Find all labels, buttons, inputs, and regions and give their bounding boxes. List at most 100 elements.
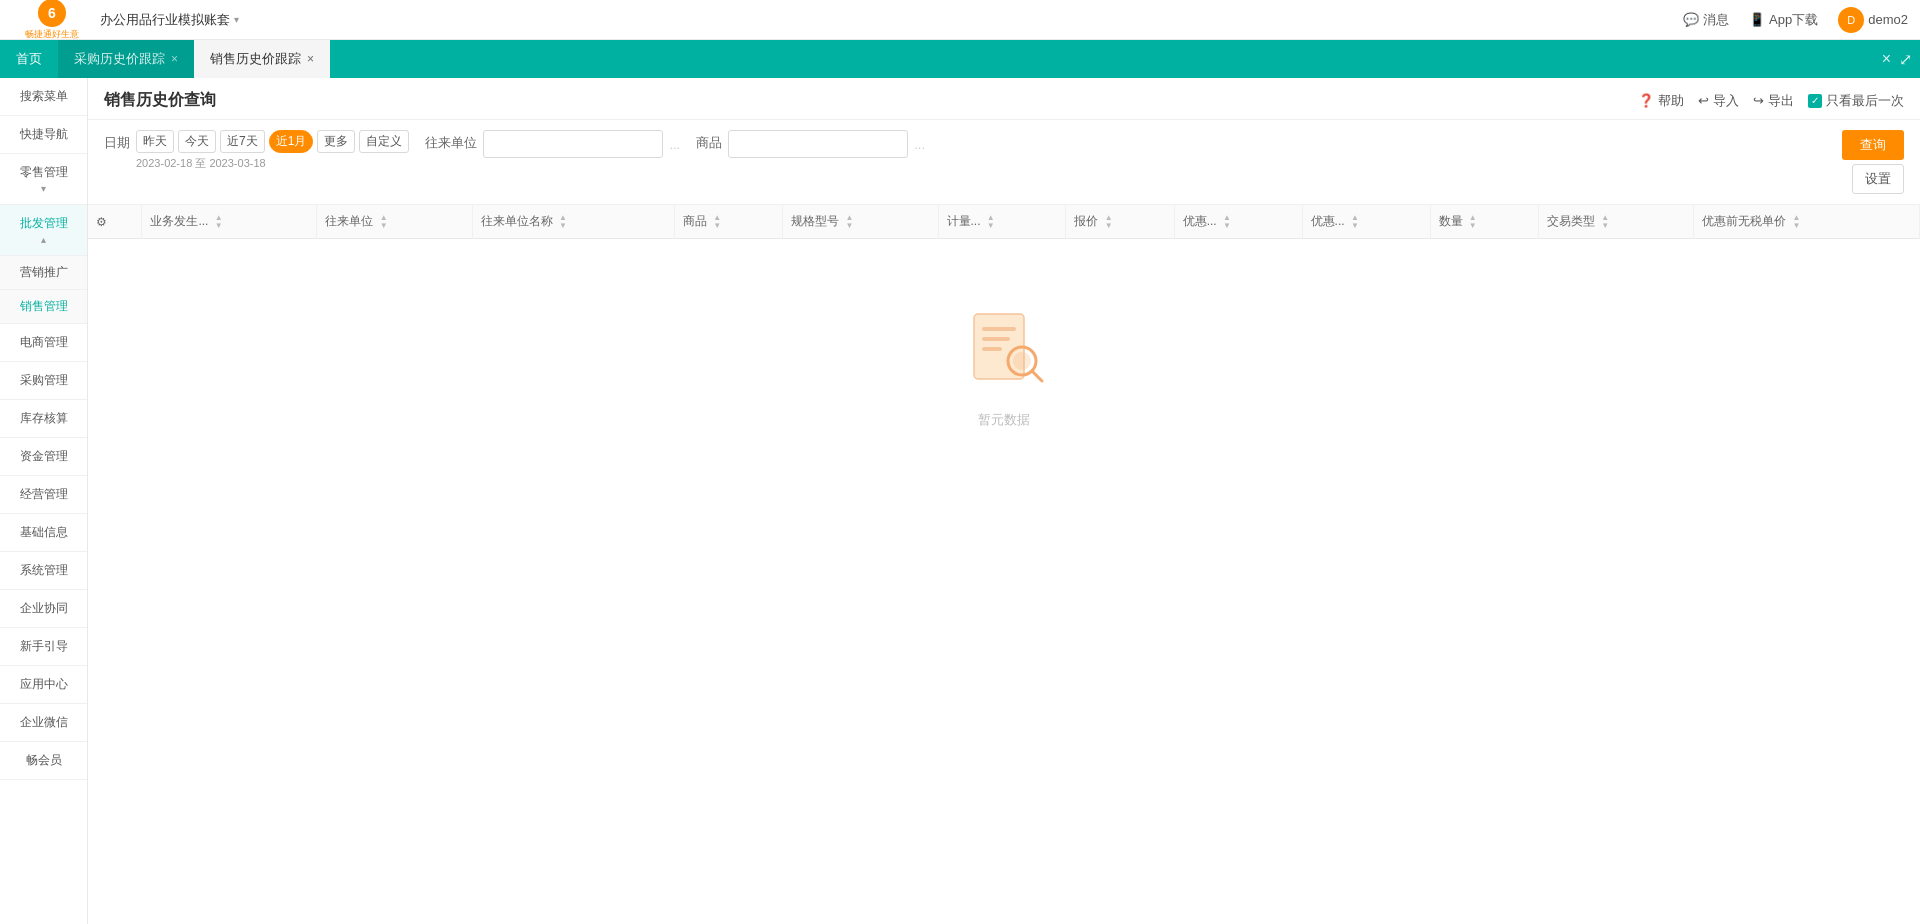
- top-header: 6 畅捷通好生意 办公用品行业模拟账套 ▾ 💬 消息 📱 App下载 D dem…: [0, 0, 1920, 40]
- sort-icon: ▲▼: [1792, 214, 1800, 230]
- column-discount1[interactable]: 优惠... ▲▼: [1174, 205, 1302, 239]
- app-label: App下载: [1769, 11, 1818, 29]
- basic-info-label: 基础信息: [20, 524, 68, 541]
- partner-label: 往来单位: [425, 130, 477, 152]
- svg-rect-2: [982, 337, 1010, 341]
- sidebar-item-inventory[interactable]: 库存核算: [0, 400, 87, 438]
- finance-label: 资金管理: [20, 448, 68, 465]
- column-partner-code[interactable]: 往来单位 ▲▼: [317, 205, 472, 239]
- industry-selector[interactable]: 办公用品行业模拟账套 ▾: [92, 11, 247, 29]
- user-menu-button[interactable]: D demo2: [1838, 7, 1908, 33]
- partner-input[interactable]: [483, 130, 663, 158]
- column-pre-tax-price[interactable]: 优惠前无税单价 ▲▼: [1694, 205, 1920, 239]
- only-last-label: 只看最后一次: [1826, 92, 1904, 110]
- search-button[interactable]: 查询: [1842, 130, 1904, 160]
- marketing-label: 营销推广: [20, 265, 68, 279]
- close-purchase-tab-icon[interactable]: ×: [171, 52, 178, 66]
- tab-bar: 首页 采购历史价跟踪 × 销售历史价跟踪 × × ⤢: [0, 40, 1920, 78]
- maximize-window-icon[interactable]: ⤢: [1899, 50, 1912, 69]
- date-btn-more[interactable]: 更多: [317, 130, 355, 153]
- purchase-label: 采购管理: [20, 372, 68, 389]
- goods-input[interactable]: [728, 130, 908, 158]
- system-label: 系统管理: [20, 562, 68, 579]
- sidebar-item-wechat[interactable]: 企业微信: [0, 704, 87, 742]
- settings-button[interactable]: 设置: [1852, 164, 1904, 194]
- column-partner-name[interactable]: 往来单位名称 ▲▼: [472, 205, 674, 239]
- sidebar-item-enterprise-coop[interactable]: 企业协同: [0, 590, 87, 628]
- sort-icon: ▲▼: [559, 214, 567, 230]
- export-button[interactable]: ↪ 导出: [1753, 92, 1794, 110]
- export-label: 导出: [1768, 92, 1794, 110]
- page-header: 销售历史价查询 ❓ 帮助 ↩ 导入 ↪ 导出 ✓: [88, 78, 1920, 120]
- sidebar-item-search-menu[interactable]: 搜索菜单: [0, 78, 87, 116]
- column-biz-date[interactable]: 业务发生... ▲▼: [142, 205, 317, 239]
- import-button[interactable]: ↩ 导入: [1698, 92, 1739, 110]
- sidebar-item-sales-mgmt[interactable]: 销售管理: [0, 290, 87, 324]
- sidebar-item-retail-mgmt[interactable]: 零售管理 ▾: [0, 154, 87, 205]
- sidebar-item-system[interactable]: 系统管理: [0, 552, 87, 590]
- column-unit[interactable]: 计量... ▲▼: [938, 205, 1066, 239]
- inventory-label: 库存核算: [20, 410, 68, 427]
- tab-sales-history[interactable]: 销售历史价跟踪 ×: [194, 40, 330, 78]
- member-label: 畅会员: [26, 752, 62, 769]
- tab-purchase-history-label: 采购历史价跟踪: [74, 50, 165, 68]
- date-btn-custom[interactable]: 自定义: [359, 130, 409, 153]
- filter-right: 查询 设置: [1842, 130, 1904, 194]
- tab-purchase-history[interactable]: 采购历史价跟踪 ×: [58, 40, 194, 78]
- import-icon: ↩: [1698, 93, 1709, 108]
- column-discount2[interactable]: 优惠... ▲▼: [1302, 205, 1430, 239]
- sidebar-item-guide[interactable]: 新手引导: [0, 628, 87, 666]
- sidebar-item-basic-info[interactable]: 基础信息: [0, 514, 87, 552]
- sidebar-item-finance[interactable]: 资金管理: [0, 438, 87, 476]
- sidebar-item-purchase[interactable]: 采购管理: [0, 362, 87, 400]
- only-last-checkbox-label[interactable]: ✓ 只看最后一次: [1808, 92, 1904, 110]
- goods-label: 商品: [696, 130, 722, 152]
- help-button[interactable]: ❓ 帮助: [1638, 92, 1684, 110]
- column-goods[interactable]: 商品 ▲▼: [674, 205, 782, 239]
- tab-home[interactable]: 首页: [0, 40, 58, 78]
- export-icon: ↪: [1753, 93, 1764, 108]
- date-range-text: 2023-02-18 至 2023-03-18: [136, 156, 409, 171]
- close-window-icon[interactable]: ×: [1882, 50, 1891, 68]
- retail-mgmt-label: 零售管理: [20, 164, 68, 181]
- sidebar-item-marketing[interactable]: 营销推广: [0, 256, 87, 290]
- logo-area: 6 畅捷通好生意: [12, 0, 92, 41]
- goods-filter-group: 商品 ...: [696, 130, 925, 158]
- sidebar-item-wholesale-mgmt[interactable]: 批发管理 ▴: [0, 205, 87, 256]
- sales-mgmt-label: 销售管理: [20, 299, 68, 313]
- help-icon: ❓: [1638, 93, 1654, 108]
- partner-filter-group: 往来单位 ...: [425, 130, 680, 158]
- search-menu-label: 搜索菜单: [20, 88, 68, 105]
- column-price[interactable]: 报价 ▲▼: [1066, 205, 1174, 239]
- header-right: 💬 消息 📱 App下载 D demo2: [1683, 7, 1908, 33]
- sort-icon: ▲▼: [380, 214, 388, 230]
- date-btn-1month[interactable]: 近1月: [269, 130, 314, 153]
- partner-dots[interactable]: ...: [669, 137, 680, 152]
- table-header-row: ⚙ 业务发生... ▲▼ 往来单位 ▲▼ 往来单位名称: [88, 205, 1920, 239]
- empty-text: 暂元数据: [978, 411, 1030, 429]
- app-download-button[interactable]: 📱 App下载: [1749, 11, 1818, 29]
- sidebar-item-operation[interactable]: 经营管理: [0, 476, 87, 514]
- help-label: 帮助: [1658, 92, 1684, 110]
- message-button[interactable]: 💬 消息: [1683, 11, 1729, 29]
- column-settings[interactable]: ⚙: [88, 205, 142, 239]
- column-spec[interactable]: 规格型号 ▲▼: [783, 205, 938, 239]
- app-icon: 📱: [1749, 12, 1765, 27]
- date-btn-today[interactable]: 今天: [178, 130, 216, 153]
- date-buttons: 昨天 今天 近7天 近1月 更多 自定义: [136, 130, 409, 153]
- svg-rect-3: [982, 347, 1002, 351]
- sidebar-item-member[interactable]: 畅会员: [0, 742, 87, 780]
- close-sales-tab-icon[interactable]: ×: [307, 52, 314, 66]
- column-trade-type[interactable]: 交易类型 ▲▼: [1538, 205, 1693, 239]
- goods-dots[interactable]: ...: [914, 137, 925, 152]
- date-btn-7days[interactable]: 近7天: [220, 130, 265, 153]
- content-area: 销售历史价查询 ❓ 帮助 ↩ 导入 ↪ 导出 ✓: [88, 78, 1920, 924]
- sidebar-item-ecommerce[interactable]: 电商管理: [0, 324, 87, 362]
- date-label: 日期: [104, 130, 130, 152]
- column-qty[interactable]: 数量 ▲▼: [1430, 205, 1538, 239]
- sidebar-item-app-center[interactable]: 应用中心: [0, 666, 87, 704]
- sidebar-item-quick-nav[interactable]: 快捷导航: [0, 116, 87, 154]
- date-btn-yesterday[interactable]: 昨天: [136, 130, 174, 153]
- sort-icon: ▲▼: [1351, 214, 1359, 230]
- tab-actions: × ⤢: [1882, 50, 1920, 69]
